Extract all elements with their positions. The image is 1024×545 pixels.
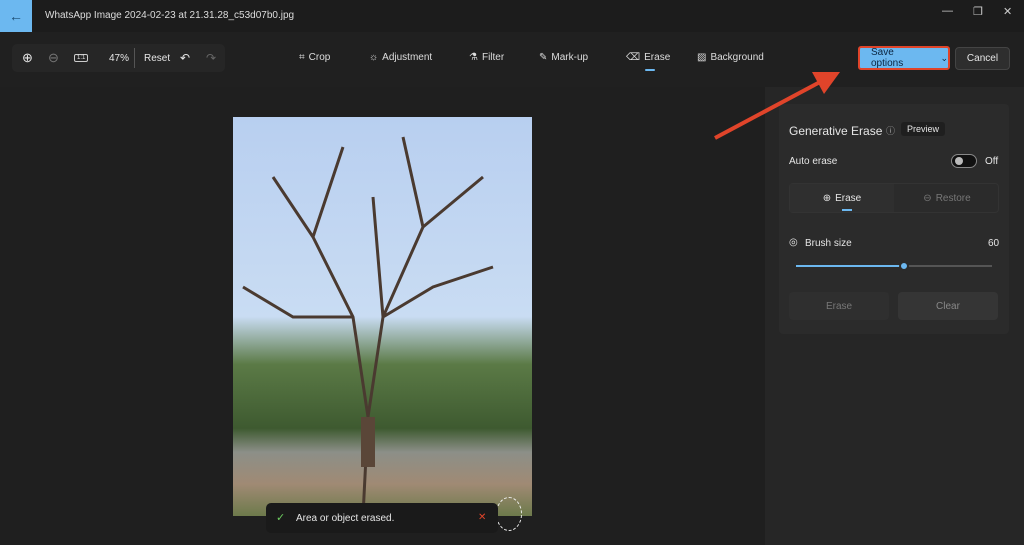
title-bar: ← WhatsApp Image 2024-02-23 at 21.31.28_… — [0, 0, 1024, 32]
preview-badge: Preview — [901, 122, 946, 136]
brush-size-value: 60 — [988, 238, 1000, 249]
minimize-button[interactable]: — — [942, 5, 953, 17]
eraser-icon: ⌫ — [626, 52, 641, 63]
slider-thumb[interactable] — [898, 261, 909, 271]
clear-button[interactable]: Clear — [898, 292, 998, 320]
back-button[interactable]: ← — [0, 0, 32, 32]
mode-indicator — [842, 209, 852, 211]
actual-size-icon[interactable]: 1:1 — [74, 54, 89, 62]
tab-filter[interactable]: ⚗ Filter — [469, 52, 504, 63]
auto-erase-state: Off — [985, 156, 999, 167]
chevron-down-icon: ⌄ — [940, 52, 948, 63]
zoom-in-icon[interactable]: ⊕ — [22, 50, 33, 66]
brush-size-label: Brush size — [805, 238, 852, 249]
arrow-left-icon: ← — [9, 8, 23, 24]
brightness-icon: ☼ — [369, 52, 379, 63]
brush-cursor — [496, 497, 522, 531]
active-tab-indicator — [645, 69, 655, 71]
save-options-button[interactable]: Save options ⌄ — [858, 46, 950, 70]
check-circle-icon: ✓ — [276, 512, 286, 524]
info-icon[interactable]: ⓘ — [886, 124, 895, 137]
toast-message: Area or object erased. — [296, 513, 395, 524]
redo-icon[interactable]: ↷ — [206, 51, 216, 65]
tab-erase[interactable]: ⌫ Erase — [626, 52, 670, 63]
mode-segmented: ⊕ Erase ⊖ Restore — [789, 183, 999, 213]
reset-button[interactable]: Reset — [144, 53, 170, 64]
tree-illustration — [242, 136, 494, 516]
auto-erase-toggle[interactable] — [951, 154, 977, 168]
edited-photo[interactable] — [233, 117, 532, 516]
undo-icon[interactable]: ↶ — [180, 51, 190, 65]
window-title: WhatsApp Image 2024-02-23 at 21.31.28_c5… — [45, 10, 295, 21]
mode-restore[interactable]: ⊖ Restore — [895, 184, 999, 212]
tab-markup[interactable]: ✎ Mark-up — [539, 52, 588, 63]
zoom-toolbar: ⊕ ⊖ 1:1 47% Reset ↶ ↷ — [12, 44, 225, 72]
cancel-button[interactable]: Cancel — [955, 47, 1010, 70]
close-icon[interactable]: ✕ — [478, 512, 486, 523]
erase-button[interactable]: Erase — [789, 292, 889, 320]
restore-button[interactable]: ❐ — [973, 5, 983, 18]
close-button[interactable]: ✕ — [1003, 5, 1012, 18]
filter-icon: ⚗ — [469, 52, 478, 63]
crop-icon: ⌗ — [299, 52, 305, 63]
brush-icon: ◎ — [789, 237, 798, 248]
pen-icon: ✎ — [539, 52, 548, 63]
tab-adjustment[interactable]: ☼ Adjustment — [369, 52, 432, 63]
minus-circle-icon: ⊖ — [923, 192, 932, 204]
toast-notification: ✓ Area or object erased. ✕ — [266, 503, 498, 533]
plus-circle-icon: ⊕ — [822, 192, 832, 204]
zoom-out-icon[interactable]: ⊖ — [48, 50, 59, 66]
annotation-arrow — [714, 72, 840, 140]
auto-erase-label: Auto erase — [789, 156, 838, 167]
zoom-level: 47% — [109, 52, 130, 64]
tab-crop[interactable]: ⌗ Crop — [299, 52, 330, 63]
slider-fill — [796, 265, 904, 267]
divider — [134, 48, 135, 68]
mode-erase[interactable]: ⊕ Erase — [790, 184, 894, 212]
brush-slider[interactable] — [796, 261, 992, 271]
